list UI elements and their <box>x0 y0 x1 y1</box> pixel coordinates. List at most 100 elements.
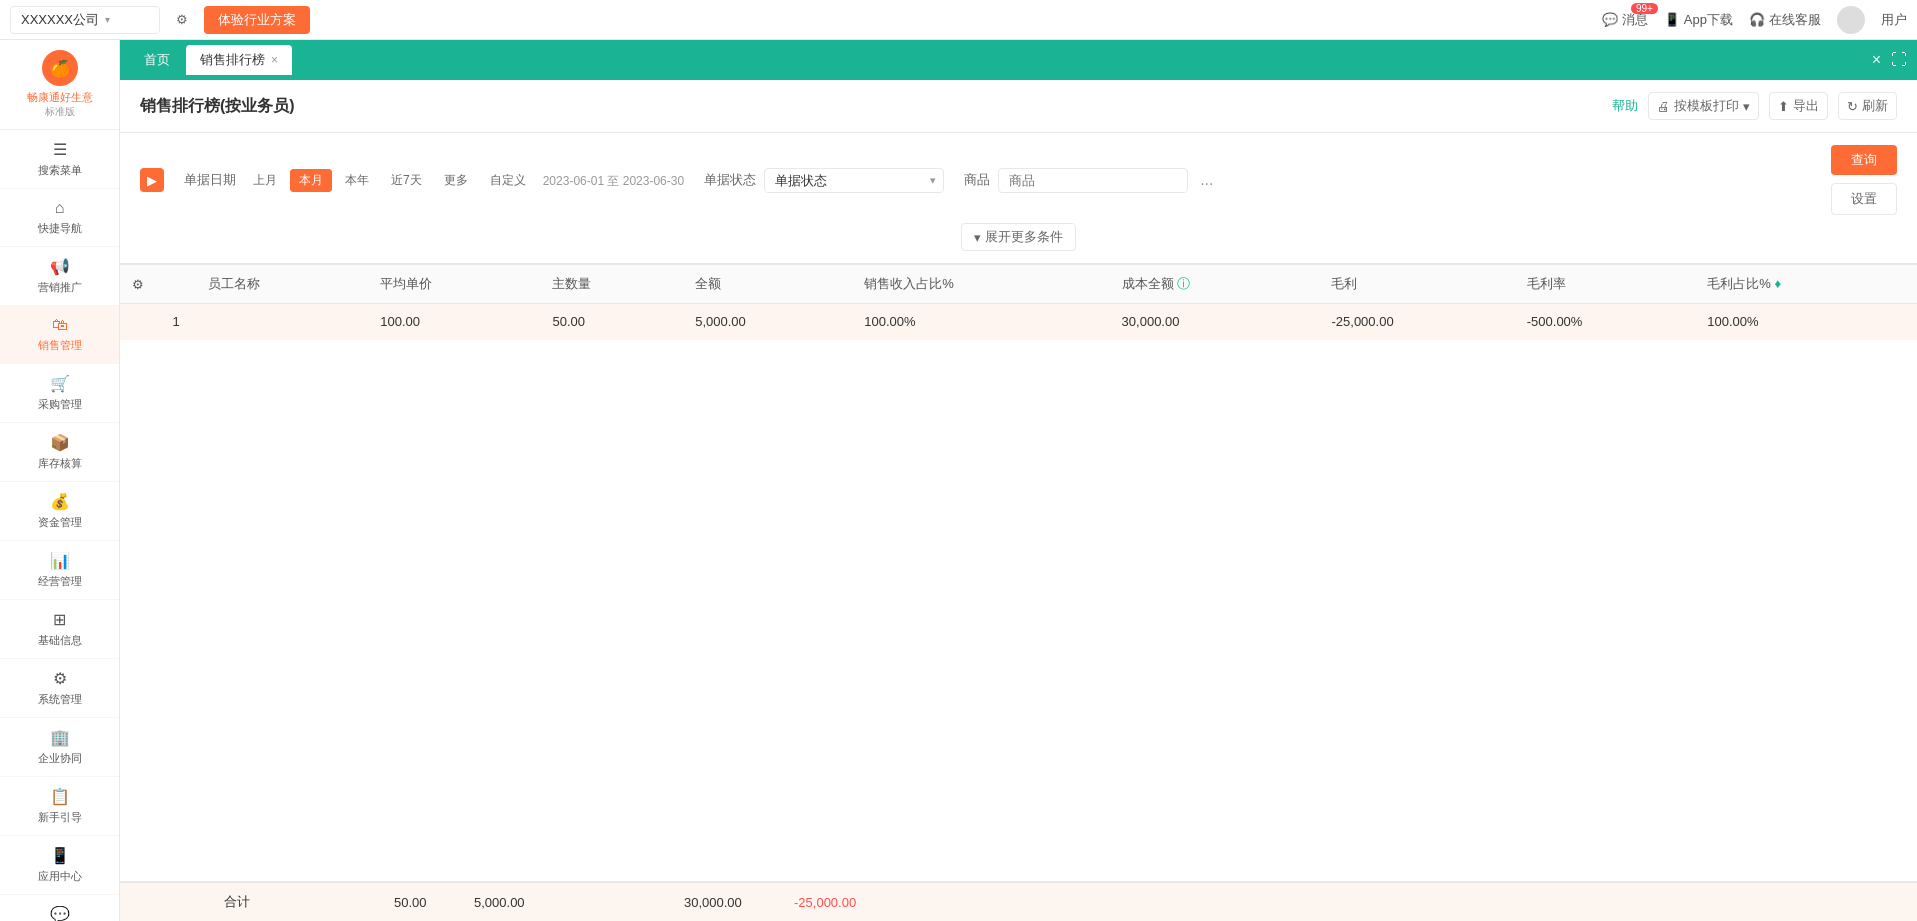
col-gross-rate: 毛利率 <box>1515 265 1696 304</box>
print-label: 按模板打印 <box>1674 97 1739 115</box>
logo-icon: 🍊 <box>42 50 78 86</box>
sidebar-item-inventory[interactable]: 📦 库存核算 <box>0 423 119 482</box>
goods-filter: 商品 ... <box>964 168 1213 193</box>
goods-input[interactable] <box>998 168 1188 193</box>
sidebar-item-guide[interactable]: 📋 新手引导 <box>0 777 119 836</box>
cell-qty: 50.00 <box>540 304 683 340</box>
date-tabs: 上月 本月 本年 近7天 更多 自定义 <box>244 169 535 192</box>
col-cost: 成本全额 ⓘ <box>1110 265 1320 304</box>
expand-label: 展开更多条件 <box>985 228 1063 246</box>
export-button[interactable]: ⬆ 导出 <box>1769 92 1828 120</box>
message-btn[interactable]: 💬 消息 99+ <box>1602 11 1648 29</box>
close-icon[interactable]: × <box>271 53 278 67</box>
right-buttons: 查询 设置 <box>1831 145 1897 215</box>
status-select[interactable]: 单据状态 <box>764 168 944 193</box>
logo-area: 🍊 畅康通好生意 标准版 <box>0 40 119 130</box>
sidebar-item-label: 快捷导航 <box>38 221 82 236</box>
page-actions: 帮助 🖨 按模板打印 ▾ ⬆ 导出 ↻ 刷新 <box>1612 92 1897 120</box>
help-button[interactable]: 帮助 <box>1612 97 1638 115</box>
sidebar-item-finance[interactable]: 💰 资金管理 <box>0 482 119 541</box>
tab-bar: 首页 销售排行榜 × × ⛶ <box>120 40 1917 80</box>
date-tab-last7[interactable]: 近7天 <box>382 169 431 192</box>
goods-ellipsis[interactable]: ... <box>1200 171 1213 189</box>
search-icon: ☰ <box>53 140 67 159</box>
tab-home[interactable]: 首页 <box>130 45 184 75</box>
sidebar-item-label: 新手引导 <box>38 810 82 825</box>
app-download-icon: 📱 <box>1664 12 1680 27</box>
refresh-button[interactable]: ↻ 刷新 <box>1838 92 1897 120</box>
date-label: 单据日期 <box>184 171 236 189</box>
sidebar-item-sales[interactable]: 🛍 销售管理 <box>0 306 119 364</box>
date-tab-this-month[interactable]: 本月 <box>290 169 332 192</box>
date-tab-this-year[interactable]: 本年 <box>336 169 378 192</box>
home-icon: ⌂ <box>55 199 65 217</box>
company-selector[interactable]: XXXXXX公司 ▾ <box>10 6 160 34</box>
col-qty: 主数量 <box>540 265 683 304</box>
filter-toggle-btn[interactable]: ▶ <box>140 168 164 192</box>
fullscreen-icon[interactable]: ⛶ <box>1891 51 1907 69</box>
sidebar-item-label: 经营管理 <box>38 574 82 589</box>
data-table: ⚙ 员工名称 平均单价 主数量 全额 销售收入占比% 成本全额 ⓘ 毛利 <box>120 264 1917 340</box>
cell-gross-pct: 100.00% <box>1695 304 1917 340</box>
window-close-icon[interactable]: × <box>1872 51 1881 69</box>
sidebar-item-wechat[interactable]: 💬 企业微信 <box>0 895 119 921</box>
cell-sales-pct: 100.00% <box>852 304 1109 340</box>
cell-rank: 1 <box>156 304 196 340</box>
status-label: 单据状态 <box>704 171 756 189</box>
goods-label: 商品 <box>964 171 990 189</box>
sidebar-item-purchase[interactable]: 🛒 采购管理 <box>0 364 119 423</box>
sidebar-item-label: 营销推广 <box>38 280 82 295</box>
sidebar-item-operations[interactable]: 📊 经营管理 <box>0 541 119 600</box>
sidebar-item-label: 搜索菜单 <box>38 163 82 178</box>
wechat-icon: 💬 <box>50 905 70 921</box>
sidebar-item-search[interactable]: ☰ 搜索菜单 <box>0 130 119 189</box>
user-name[interactable]: 用户 <box>1881 11 1907 29</box>
expand-filters-btn[interactable]: ▾ 展开更多条件 <box>961 223 1076 251</box>
trial-button[interactable]: 体验行业方案 <box>204 6 310 34</box>
filter-area: ▶ 单据日期 上月 本月 本年 近7天 更多 自定义 2023-06-01 至 … <box>120 133 1917 264</box>
avatar[interactable] <box>1837 6 1865 34</box>
col-gross-pct: 毛利占比% ♦ <box>1695 265 1917 304</box>
query-button[interactable]: 查询 <box>1831 145 1897 175</box>
purchase-icon: 🛒 <box>50 374 70 393</box>
online-service-btn[interactable]: 🎧 在线客服 <box>1749 11 1821 29</box>
message-icon: 💬 <box>1602 12 1618 27</box>
sidebar-item-system[interactable]: ⚙ 系统管理 <box>0 659 119 718</box>
date-tab-prev-month[interactable]: 上月 <box>244 169 286 192</box>
sidebar-item-quick-nav[interactable]: ⌂ 快捷导航 <box>0 189 119 247</box>
date-filter: 单据日期 上月 本月 本年 近7天 更多 自定义 2023-06-01 至 20… <box>184 169 684 192</box>
sidebar-item-label: 基础信息 <box>38 633 82 648</box>
sidebar-item-appstore[interactable]: 📱 应用中心 <box>0 836 119 895</box>
sidebar-item-basic[interactable]: ⊞ 基础信息 <box>0 600 119 659</box>
tab-home-label: 首页 <box>144 51 170 69</box>
cell-amount: 5,000.00 <box>683 304 852 340</box>
filter-row: ▶ 单据日期 上月 本月 本年 近7天 更多 自定义 2023-06-01 至 … <box>140 145 1897 215</box>
main-layout: 🍊 畅康通好生意 标准版 ☰ 搜索菜单 ⌂ 快捷导航 📢 营销推广 🛍 销售管理… <box>0 40 1917 921</box>
table-row: 1 100.00 50.00 5,000.00 100.00% 30,000.0… <box>120 304 1917 340</box>
col-sales-pct: 销售收入占比% <box>852 265 1109 304</box>
col-amount: 全额 <box>683 265 852 304</box>
sidebar-item-enterprise[interactable]: 🏢 企业协同 <box>0 718 119 777</box>
tab-sales-rank[interactable]: 销售排行榜 × <box>186 45 292 75</box>
status-select-wrapper: 单据状态 <box>764 168 944 193</box>
cell-cost: 30,000.00 <box>1110 304 1320 340</box>
settings-icon[interactable]: ⚙ <box>168 6 196 34</box>
col-settings[interactable]: ⚙ <box>120 265 156 304</box>
sidebar-item-marketing[interactable]: 📢 营销推广 <box>0 247 119 306</box>
sidebar-item-label: 库存核算 <box>38 456 82 471</box>
footer-label: 合计 <box>212 893 292 911</box>
sidebar-item-label: 系统管理 <box>38 692 82 707</box>
app-download-label: App下载 <box>1684 11 1733 29</box>
appstore-icon: 📱 <box>50 846 70 865</box>
date-tab-more[interactable]: 更多 <box>435 169 477 192</box>
gross-pct-info-icon[interactable]: ♦ <box>1774 276 1781 291</box>
settings-button[interactable]: 设置 <box>1831 183 1897 215</box>
enterprise-icon: 🏢 <box>50 728 70 747</box>
col-gross: 毛利 <box>1319 265 1514 304</box>
app-download-btn[interactable]: 📱 App下载 <box>1664 11 1733 29</box>
cost-info-icon[interactable]: ⓘ <box>1177 276 1190 291</box>
date-tab-custom[interactable]: 自定义 <box>481 169 535 192</box>
print-button[interactable]: 🖨 按模板打印 ▾ <box>1648 92 1759 120</box>
refresh-icon: ↻ <box>1847 99 1858 114</box>
sidebar-item-label: 采购管理 <box>38 397 82 412</box>
